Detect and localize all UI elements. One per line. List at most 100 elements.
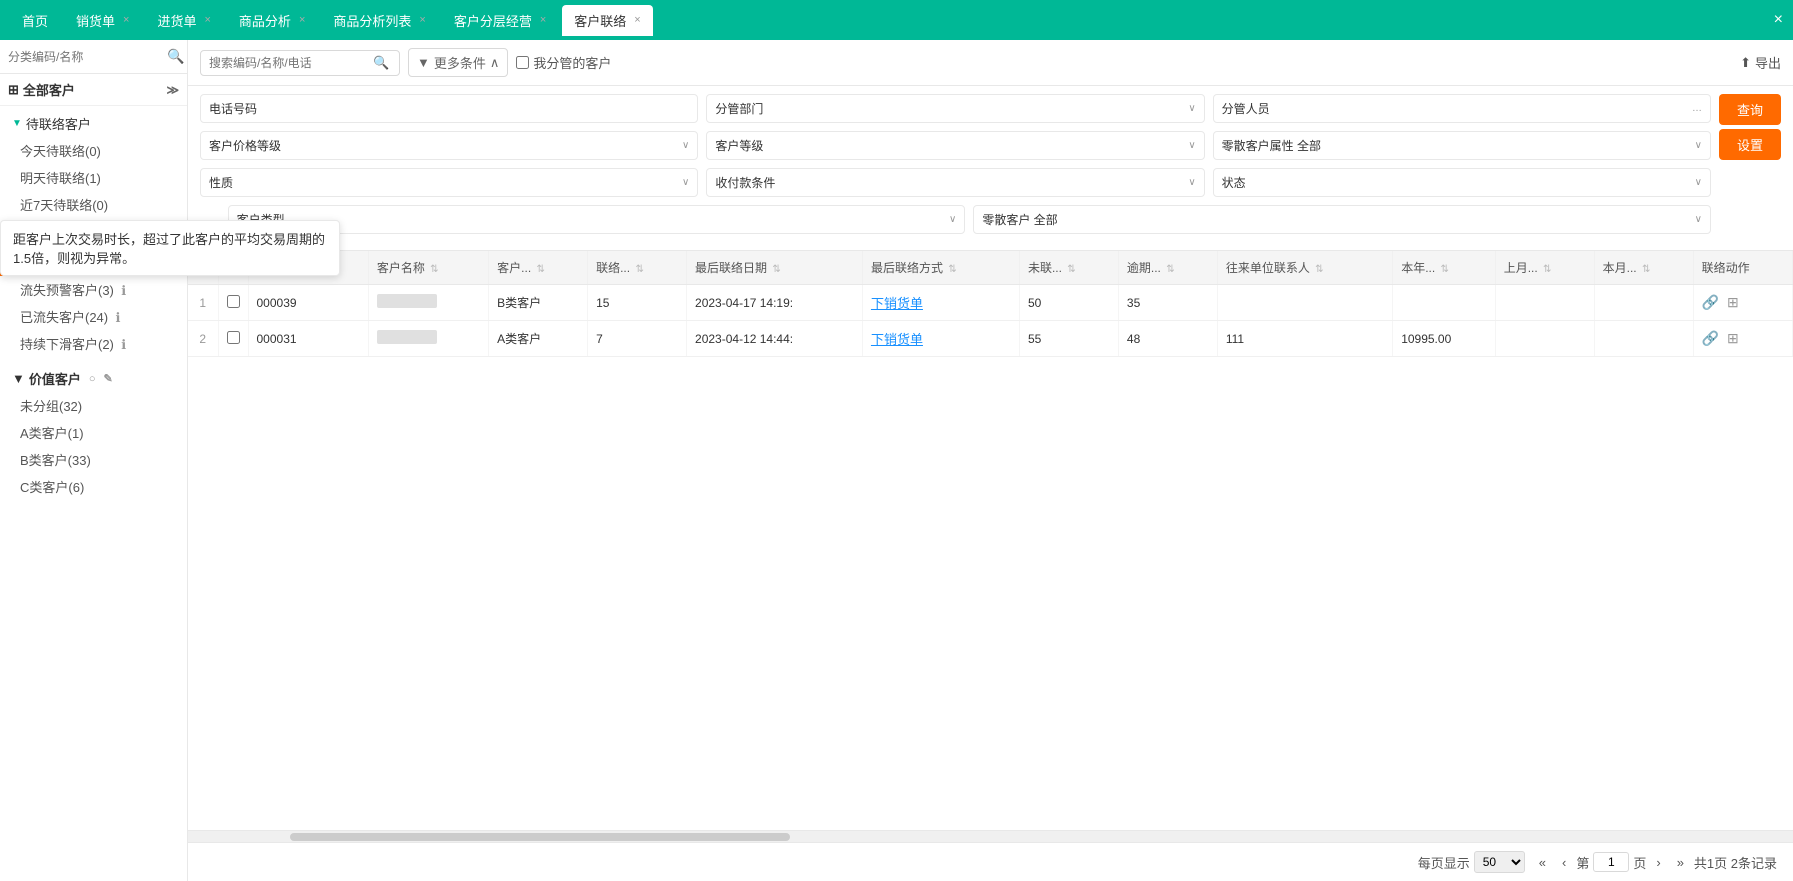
action-link-icon[interactable]: 🔗 xyxy=(1702,330,1719,347)
sidebar-search-icon[interactable]: 🔍 xyxy=(167,48,184,65)
sidebar-group-pending-title[interactable]: ▼ 待联络客户 xyxy=(0,110,187,137)
nav-customer-layered-close[interactable]: × xyxy=(540,14,546,26)
filter-icon: ▼ xyxy=(417,55,430,70)
nav-purchase-order[interactable]: 进货单 × xyxy=(145,5,222,36)
sidebar-item-tomorrow-pending[interactable]: 明天待联络(1) xyxy=(0,164,187,191)
sidebar-item-declining[interactable]: 持续下滑客户(2) ℹ xyxy=(0,330,187,357)
sort-icon-this-year[interactable]: ⇅ xyxy=(1441,264,1449,275)
sort-icon-category[interactable]: ⇅ xyxy=(537,264,545,275)
filter-customer-level[interactable]: 客户等级 ∨ xyxy=(706,131,1204,160)
col-contact-person: 往来单位联系人 ⇅ xyxy=(1217,251,1392,285)
table-header-row: ⚙ 客户编码 ⇅ 客户名称 ⇅ 客户... ⇅ 联络... ⇅ 最后联络日期 ⇅… xyxy=(188,251,1793,285)
filter-payment[interactable]: 收付款条件 ∨ xyxy=(706,168,1204,197)
action-grid-icon[interactable]: ⊞ xyxy=(1727,330,1739,347)
my-customer-checkbox[interactable] xyxy=(516,56,529,69)
query-button[interactable]: 查询 xyxy=(1719,94,1781,125)
top-nav: 首页 销货单 × 进货单 × 商品分析 × 商品分析列表 × 客户分层经营 × … xyxy=(0,0,1793,40)
sort-icon-last-month[interactable]: ⇅ xyxy=(1543,264,1551,275)
nav-sales-order[interactable]: 销货单 × xyxy=(64,5,141,36)
col-overdue: 逾期... ⇅ xyxy=(1118,251,1217,285)
prev-page-btn[interactable]: ‹ xyxy=(1556,853,1572,872)
filter-status[interactable]: 状态 ∨ xyxy=(1213,168,1711,197)
sidebar-item-b-class[interactable]: B类客户(33) xyxy=(0,446,187,473)
nav-product-analysis-list[interactable]: 商品分析列表 × xyxy=(321,5,437,36)
horizontal-scrollbar[interactable] xyxy=(188,830,1793,842)
sort-icon-method[interactable]: ⇅ xyxy=(948,264,956,275)
more-conditions-btn[interactable]: ▼ 更多条件 ∧ xyxy=(408,48,508,77)
row-overdue: 48 xyxy=(1118,321,1217,357)
add-icon-value-group[interactable]: ✎ xyxy=(104,372,113,385)
row-contact-person xyxy=(1217,285,1392,321)
export-btn[interactable]: ⬆ 导出 xyxy=(1740,53,1781,72)
nav-home[interactable]: 首页 xyxy=(10,5,60,36)
nav-product-analysis[interactable]: 商品分析 × xyxy=(227,5,317,36)
sort-icon-name[interactable]: ⇅ xyxy=(430,264,438,275)
sidebar-item-churn-warning[interactable]: 流失预警客户(3) ℹ xyxy=(0,276,187,303)
filter-manager[interactable]: 分管人员 … xyxy=(1213,94,1711,123)
last-page-btn[interactable]: » xyxy=(1671,853,1690,872)
filter-price-level[interactable]: 客户价格等级 ∨ xyxy=(200,131,698,160)
export-icon: ⬆ xyxy=(1740,55,1751,71)
filter-dept[interactable]: 分管部门 ∨ xyxy=(706,94,1204,123)
col-contact-count: 联络... ⇅ xyxy=(588,251,687,285)
search-input[interactable] xyxy=(209,56,369,70)
row-contact-person: 111 xyxy=(1217,321,1392,357)
row-code: 000039 xyxy=(248,285,368,321)
sidebar-all-customers[interactable]: ⊞ 全部客户 ≫ xyxy=(0,74,187,106)
info-icon-churn-warning: ℹ xyxy=(121,283,126,298)
sort-icon-overdue[interactable]: ⇅ xyxy=(1166,264,1174,275)
set-button[interactable]: 设置 xyxy=(1719,129,1781,160)
nav-product-analysis-list-close[interactable]: × xyxy=(419,14,425,26)
sidebar-item-c-class[interactable]: C类客户(6) xyxy=(0,473,187,500)
sidebar-value-group-title[interactable]: ▼ 价值客户 ○ ✎ xyxy=(0,365,187,392)
sidebar-item-today-pending[interactable]: 今天待联络(0) xyxy=(0,137,187,164)
sidebar-collapse-btn[interactable]: ≫ xyxy=(166,83,179,97)
sidebar-item-ungroup[interactable]: 未分组(32) xyxy=(0,392,187,419)
row-checkbox-cell[interactable] xyxy=(218,321,248,357)
first-page-btn[interactable]: « xyxy=(1533,853,1552,872)
sidebar-item-7days-pending[interactable]: 近7天待联络(0) xyxy=(0,191,187,218)
nav-customer-contact[interactable]: 客户联络 × xyxy=(562,5,652,36)
col-actions: 联络动作 xyxy=(1693,251,1792,285)
info-icon-declining: ℹ xyxy=(121,337,126,352)
sort-icon-contact[interactable]: ⇅ xyxy=(635,264,643,275)
action-link-icon[interactable]: 🔗 xyxy=(1702,294,1719,311)
filter-nature[interactable]: 性质 ∨ xyxy=(200,168,698,197)
window-close-button[interactable]: × xyxy=(1774,11,1783,29)
row-checkbox[interactable] xyxy=(227,295,240,308)
nav-sales-order-close[interactable]: × xyxy=(123,14,129,26)
nav-customer-layered[interactable]: 客户分层经营 × xyxy=(442,5,558,36)
page-input[interactable] xyxy=(1593,852,1629,872)
sort-icon-this-month[interactable]: ⇅ xyxy=(1642,264,1650,275)
row-last-contact-method[interactable]: 下销货单 xyxy=(862,321,1019,357)
nav-purchase-order-close[interactable]: × xyxy=(204,14,210,26)
row-checkbox[interactable] xyxy=(227,331,240,344)
filter-retail-attr[interactable]: 零散客户属性 全部 ∨ xyxy=(1213,131,1711,160)
filter-phone[interactable]: 电话号码 xyxy=(200,94,698,123)
sidebar-search-input[interactable] xyxy=(8,50,163,64)
toolbar-search-icon[interactable]: 🔍 xyxy=(373,55,389,71)
row-last-contact-method[interactable]: 下销货单 xyxy=(862,285,1019,321)
sort-icon-date[interactable]: ⇅ xyxy=(772,264,780,275)
sidebar-item-a-class[interactable]: A类客户(1) xyxy=(0,419,187,446)
chevron-down-icon-payment: ∨ xyxy=(1188,177,1195,188)
row-last-contact-date: 2023-04-12 14:44: xyxy=(687,321,863,357)
sort-icon-person[interactable]: ⇅ xyxy=(1315,264,1323,275)
row-no-contact: 50 xyxy=(1019,285,1118,321)
next-page-btn[interactable]: › xyxy=(1650,853,1666,872)
edit-icon-value-group[interactable]: ○ xyxy=(89,373,96,385)
row-code: 000031 xyxy=(248,321,368,357)
col-last-month: 上月... ⇅ xyxy=(1495,251,1594,285)
filter-row-2: 客户价格等级 ∨ 客户等级 ∨ 零散客户属性 全部 ∨ xyxy=(200,131,1711,160)
action-grid-icon[interactable]: ⊞ xyxy=(1727,294,1739,311)
row-checkbox-cell[interactable] xyxy=(218,285,248,321)
nav-product-analysis-close[interactable]: × xyxy=(299,14,305,26)
search-wrap: 🔍 xyxy=(200,50,400,76)
sort-icon-no-contact[interactable]: ⇅ xyxy=(1067,264,1075,275)
sidebar-item-churned[interactable]: 已流失客户(24) ℹ xyxy=(0,303,187,330)
chevron-down-icon-nature: ∨ xyxy=(682,177,689,188)
filter-retail-customer[interactable]: 零散客户 全部 ∨ xyxy=(973,205,1711,234)
scroll-thumb[interactable] xyxy=(290,833,790,841)
per-page-select[interactable]: 50 100 200 xyxy=(1474,851,1525,873)
nav-customer-contact-close[interactable]: × xyxy=(634,14,640,26)
